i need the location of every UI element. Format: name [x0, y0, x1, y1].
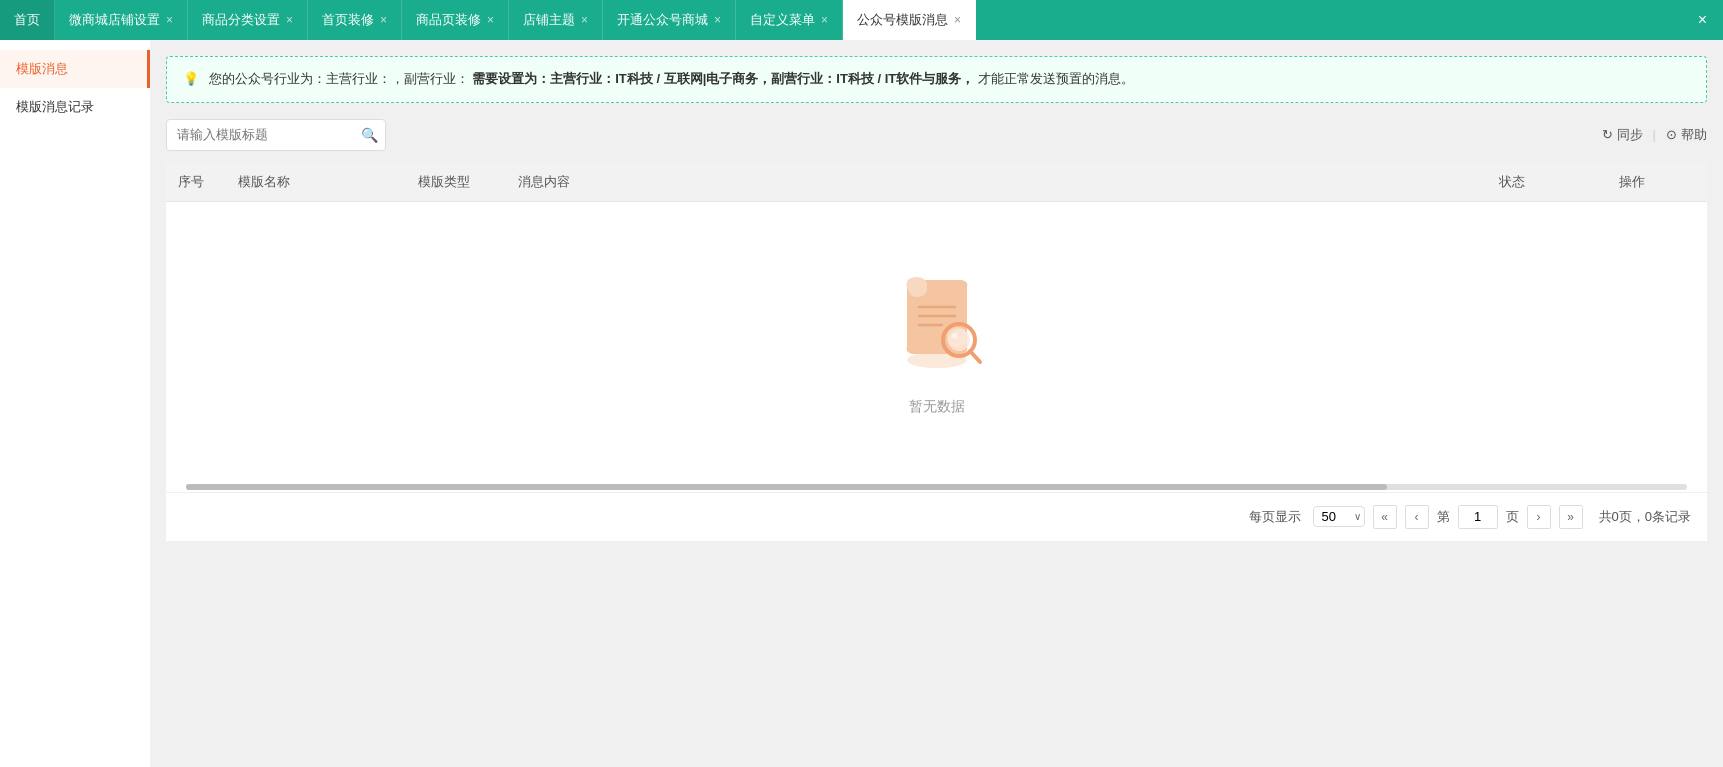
col-header-seq: 序号 [166, 163, 226, 202]
search-input[interactable] [166, 119, 386, 151]
tab-weshop[interactable]: 微商城店铺设置 × [55, 0, 188, 40]
table-header-row: 序号 模版名称 模版类型 消息内容 状态 [166, 163, 1707, 202]
help-button[interactable]: ⊙ 帮助 [1666, 126, 1707, 144]
tab-productpage-label: 商品页装修 [416, 11, 481, 29]
notice-banner: 💡 您的公众号行业为：主营行业：，副营行业： 需要设置为：主营行业：IT科技 /… [166, 56, 1707, 103]
tab-template-close[interactable]: × [954, 13, 961, 27]
tab-theme[interactable]: 店铺主题 × [509, 0, 603, 40]
next-page-button[interactable]: › [1527, 505, 1551, 529]
sync-icon: ↻ [1602, 127, 1613, 142]
toolbar-divider: | [1653, 127, 1656, 142]
empty-state: 暂无数据 [166, 202, 1707, 476]
sidebar: 模版消息 模版消息记录 [0, 40, 150, 767]
main-layout: 模版消息 模版消息记录 💡 您的公众号行业为：主营行业：，副营行业： 需要设置为… [0, 40, 1723, 767]
tab-productpage-close[interactable]: × [487, 13, 494, 27]
global-close-button[interactable]: × [1682, 0, 1723, 40]
pagination: 每页显示 10 20 50 100 « ‹ 第 页 › » 共0页，0条记录 [166, 492, 1707, 541]
page-size-wrapper: 10 20 50 100 [1313, 506, 1365, 527]
tab-template-label: 公众号模版消息 [857, 11, 948, 29]
prev-page-button[interactable]: ‹ [1405, 505, 1429, 529]
notice-suffix: 才能正常发送预置的消息。 [978, 71, 1134, 86]
col-header-type: 模版类型 [406, 163, 506, 202]
last-page-button[interactable]: » [1559, 505, 1583, 529]
tab-openstore-label: 开通公众号商城 [617, 11, 708, 29]
content-area: 💡 您的公众号行业为：主营行业：，副营行业： 需要设置为：主营行业：IT科技 /… [150, 40, 1723, 767]
tab-template[interactable]: 公众号模版消息 × [843, 0, 976, 40]
col-header-action: 操作 [1607, 163, 1707, 202]
svg-point-7 [952, 333, 958, 339]
first-page-button[interactable]: « [1373, 505, 1397, 529]
scroll-track [186, 484, 1687, 490]
sidebar-item-template-record[interactable]: 模版消息记录 [0, 88, 150, 126]
empty-state-text: 暂无数据 [186, 398, 1687, 416]
tab-theme-close[interactable]: × [581, 13, 588, 27]
search-input-wrapper: 🔍 [166, 119, 386, 151]
notice-icon: 💡 [183, 71, 199, 86]
col-header-content: 消息内容 [506, 163, 1487, 202]
scroll-thumb[interactable] [186, 484, 1387, 490]
tab-category-label: 商品分类设置 [202, 11, 280, 29]
top-nav: 首页 微商城店铺设置 × 商品分类设置 × 首页装修 × 商品页装修 × 店铺主… [0, 0, 1723, 40]
help-icon: ⊙ [1666, 127, 1677, 142]
horizontal-scrollbar[interactable] [166, 476, 1707, 492]
page-size-select[interactable]: 10 20 50 100 [1313, 506, 1365, 527]
page-size-label: 每页显示 [1249, 508, 1301, 526]
search-bar: 🔍 ↻ 同步 | ⊙ 帮助 [166, 119, 1707, 151]
sidebar-item-template-msg[interactable]: 模版消息 [0, 50, 150, 88]
tab-homepage-close[interactable]: × [380, 13, 387, 27]
svg-line-6 [970, 351, 980, 362]
notice-highlight: 需要设置为：主营行业：IT科技 / 互联网|电子商务，副营行业：IT科技 / I… [472, 71, 974, 86]
tab-home-label: 首页 [14, 11, 40, 29]
tab-home[interactable]: 首页 [0, 0, 55, 40]
page-label-suffix: 页 [1506, 508, 1519, 526]
empty-icon [877, 262, 997, 382]
tab-homepage[interactable]: 首页装修 × [308, 0, 402, 40]
tab-weshop-close[interactable]: × [166, 13, 173, 27]
sync-button[interactable]: ↻ 同步 [1602, 126, 1643, 144]
toolbar-right: ↻ 同步 | ⊙ 帮助 [1602, 126, 1707, 144]
tab-custommenu[interactable]: 自定义菜单 × [736, 0, 843, 40]
help-label: 帮助 [1681, 126, 1707, 144]
col-header-name: 模版名称 [226, 163, 406, 202]
data-table: 序号 模版名称 模版类型 消息内容 状态 [166, 163, 1707, 476]
tab-productpage[interactable]: 商品页装修 × [402, 0, 509, 40]
tab-theme-label: 店铺主题 [523, 11, 575, 29]
tab-homepage-label: 首页装修 [322, 11, 374, 29]
tab-custommenu-close[interactable]: × [821, 13, 828, 27]
tab-category[interactable]: 商品分类设置 × [188, 0, 308, 40]
sidebar-item-template-msg-label: 模版消息 [16, 61, 68, 76]
page-label-prefix: 第 [1437, 508, 1450, 526]
tab-category-close[interactable]: × [286, 13, 293, 27]
total-info: 共0页，0条记录 [1599, 508, 1691, 526]
table-container: 序号 模版名称 模版类型 消息内容 状态 [166, 163, 1707, 541]
tab-custommenu-label: 自定义菜单 [750, 11, 815, 29]
sync-label: 同步 [1617, 126, 1643, 144]
svg-point-5 [948, 329, 970, 351]
tab-openstore[interactable]: 开通公众号商城 × [603, 0, 736, 40]
page-number-input[interactable] [1458, 505, 1498, 529]
tab-openstore-close[interactable]: × [714, 13, 721, 27]
sidebar-item-template-record-label: 模版消息记录 [16, 99, 94, 114]
notice-prefix: 您的公众号行业为：主营行业：，副营行业： [209, 71, 469, 86]
tab-weshop-label: 微商城店铺设置 [69, 11, 160, 29]
col-header-status: 状态 [1487, 163, 1607, 202]
search-icon[interactable]: 🔍 [361, 127, 378, 143]
